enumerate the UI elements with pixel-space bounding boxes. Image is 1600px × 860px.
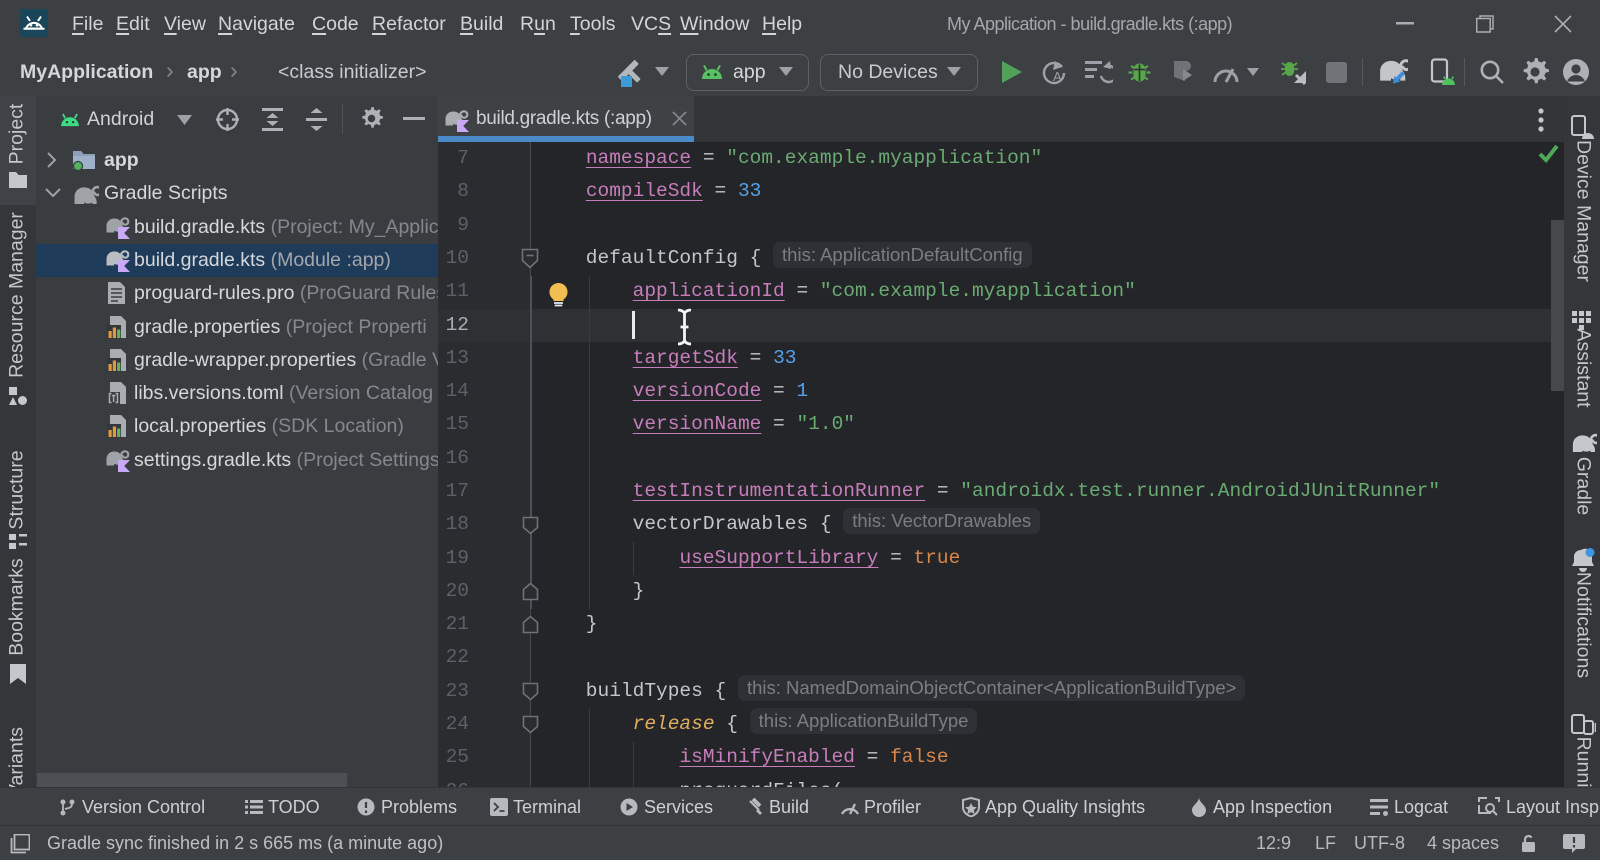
svg-text:A: A bbox=[1053, 69, 1062, 84]
